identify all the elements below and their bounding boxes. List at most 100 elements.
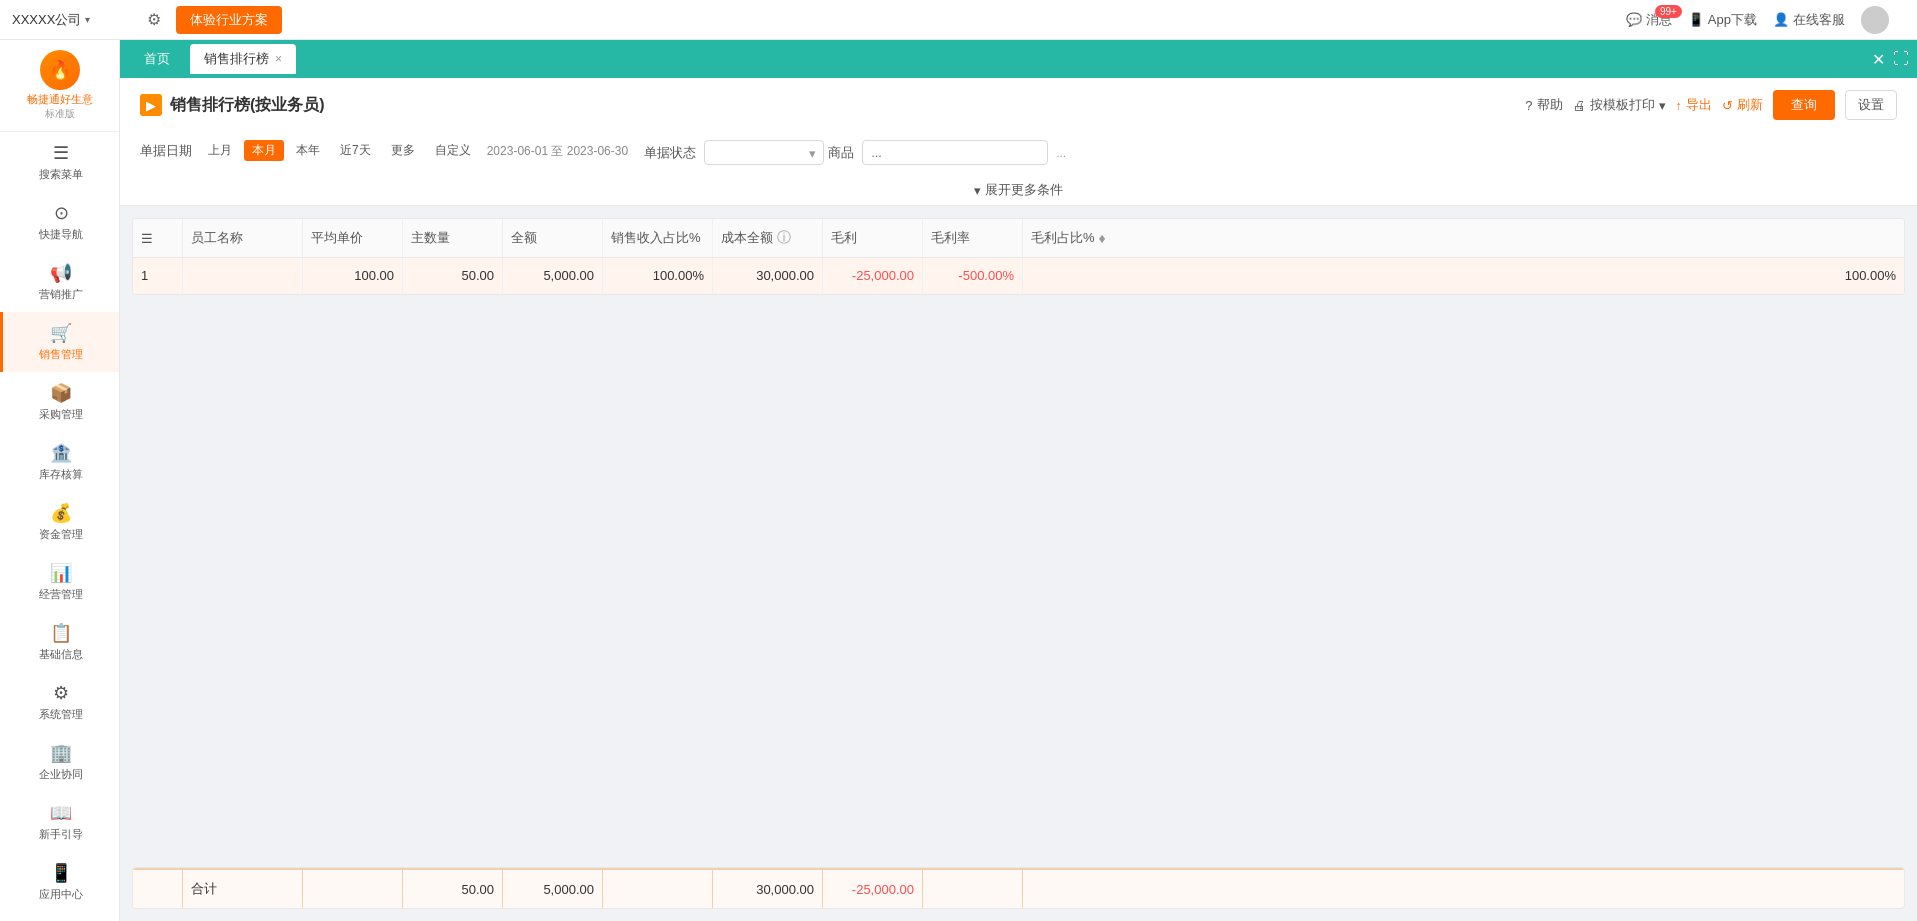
date-tab-this-month[interactable]: 本月 bbox=[244, 140, 284, 161]
footer-avg-price bbox=[303, 870, 403, 908]
date-tab-7-days[interactable]: 近7天 bbox=[332, 140, 379, 161]
status-select[interactable] bbox=[704, 140, 824, 165]
status-filter-group: 单据状态 bbox=[644, 140, 812, 165]
goods-more-icon[interactable]: ... bbox=[1056, 146, 1066, 160]
sidebar-item-system[interactable]: ⚙ 系统管理 bbox=[0, 672, 119, 732]
sidebar-item-basics[interactable]: 📋 基础信息 bbox=[0, 612, 119, 672]
print-button[interactable]: 🖨 按模板打印 ▾ bbox=[1573, 96, 1666, 114]
tab-home[interactable]: 首页 bbox=[128, 40, 186, 78]
help-button[interactable]: ? 帮助 bbox=[1525, 96, 1562, 114]
sidebar-label-purchase: 采购管理 bbox=[39, 407, 83, 422]
finance-icon: 💰 bbox=[50, 502, 72, 524]
sidebar-label-finance: 资金管理 bbox=[39, 527, 83, 542]
message-button[interactable]: 💬 消息 99+ bbox=[1626, 11, 1672, 29]
sidebar-item-wechat[interactable]: 💬 企业微信 bbox=[0, 912, 119, 921]
export-icon: ↑ bbox=[1676, 98, 1683, 113]
sidebar-label-enterprise: 企业协同 bbox=[39, 767, 83, 782]
gross-ratio-icon[interactable]: ♦ bbox=[1099, 230, 1106, 246]
filter-row: 单据日期 上月 本月 本年 近7天 更多 自定义 2023-06-01 至 20… bbox=[140, 130, 1897, 175]
sidebar-item-quick-nav[interactable]: ⊙ 快捷导航 bbox=[0, 192, 119, 252]
tab-label: 销售排行榜 bbox=[204, 50, 269, 68]
query-button[interactable]: 查询 bbox=[1773, 90, 1835, 120]
th-main-qty: 主数量 bbox=[403, 219, 503, 257]
sidebar-item-search-orders[interactable]: ☰ 搜索菜单 bbox=[0, 132, 119, 192]
home-icon: ⊙ bbox=[54, 202, 69, 224]
sidebar-item-inventory[interactable]: 🏦 库存核算 bbox=[0, 432, 119, 492]
status-select-wrapper bbox=[704, 140, 824, 165]
sidebar-item-finance[interactable]: 💰 资金管理 bbox=[0, 492, 119, 552]
td-rank: 1 bbox=[133, 258, 183, 293]
sidebar-label-inventory: 库存核算 bbox=[39, 467, 83, 482]
footer-main-qty: 50.00 bbox=[403, 870, 503, 908]
sidebar: 🔥 畅捷通好生意 标准版 ☰ 搜索菜单 ⊙ 快捷导航 📢 营销推广 🛒 销售管理… bbox=[0, 40, 120, 921]
chevron-down-icon: ▾ bbox=[85, 14, 90, 25]
date-tab-this-year[interactable]: 本年 bbox=[288, 140, 328, 161]
sidebar-item-operations[interactable]: 📊 经营管理 bbox=[0, 552, 119, 612]
sidebar-label-search: 搜索菜单 bbox=[39, 167, 83, 182]
td-main-qty: 50.00 bbox=[403, 258, 503, 293]
sidebar-label-basics: 基础信息 bbox=[39, 647, 83, 662]
refresh-icon: ↺ bbox=[1722, 98, 1733, 113]
trial-button[interactable]: 体验行业方案 bbox=[176, 6, 282, 34]
td-cost: 30,000.00 bbox=[713, 258, 823, 293]
th-cost: 成本全额 ⓘ bbox=[713, 219, 823, 257]
page-settings-button[interactable]: 设置 bbox=[1845, 90, 1897, 120]
th-gross-rate: 毛利率 bbox=[923, 219, 1023, 257]
company-name: XXXXX公司 bbox=[12, 11, 81, 29]
avatar[interactable] bbox=[1861, 6, 1889, 34]
close-window-icon[interactable]: ✕ bbox=[1872, 50, 1885, 69]
date-tab-custom[interactable]: 自定义 bbox=[427, 140, 479, 161]
system-icon: ⚙ bbox=[53, 682, 69, 704]
inventory-icon: 🏦 bbox=[50, 442, 72, 464]
filter-more-row: ▾ 展开更多条件 bbox=[140, 175, 1897, 205]
sidebar-label-operations: 经营管理 bbox=[39, 587, 83, 602]
expand-more-button[interactable]: ▾ 展开更多条件 bbox=[974, 181, 1063, 199]
tab-sales-ranking[interactable]: 销售排行榜 × bbox=[190, 44, 296, 74]
sidebar-item-appstore[interactable]: 📱 应用中心 bbox=[0, 852, 119, 912]
cost-info-icon[interactable]: ⓘ bbox=[777, 229, 791, 247]
date-filter-group: 单据日期 上月 本月 本年 近7天 更多 自定义 2023-06-01 至 20… bbox=[140, 140, 628, 161]
tab-bar-right: ✕ ⛶ bbox=[1872, 50, 1909, 69]
sidebar-label-appstore: 应用中心 bbox=[39, 887, 83, 902]
date-tabs: 上月 本月 本年 近7天 更多 自定义 bbox=[200, 140, 479, 161]
sidebar-logo: 🔥 畅捷通好生意 标准版 bbox=[0, 40, 119, 132]
date-tab-last-month[interactable]: 上月 bbox=[200, 140, 240, 161]
table-footer-container: 合计 50.00 5,000.00 30,000.00 -25,000.00 bbox=[132, 867, 1905, 909]
page-actions: ? 帮助 🖨 按模板打印 ▾ ↑ 导出 ↺ bbox=[1525, 90, 1897, 120]
table-row: 1 100.00 50.00 5,000.00 100.00% 30,000.0… bbox=[133, 258, 1904, 294]
footer-empty bbox=[133, 870, 183, 908]
app-download-label: App下载 bbox=[1708, 11, 1757, 29]
maximize-icon[interactable]: ⛶ bbox=[1893, 50, 1909, 69]
data-table: ☰ 员工名称 平均单价 主数量 全额 bbox=[132, 218, 1905, 295]
export-button[interactable]: ↑ 导出 bbox=[1676, 96, 1713, 114]
sidebar-label-marketing: 营销推广 bbox=[39, 287, 83, 302]
settings-icon[interactable]: ⚙ bbox=[140, 6, 168, 34]
drag-icon: ☰ bbox=[141, 231, 153, 246]
sidebar-item-guide[interactable]: 📖 新手引导 bbox=[0, 792, 119, 852]
table-area: ☰ 员工名称 平均单价 主数量 全额 bbox=[120, 206, 1917, 921]
back-button[interactable]: ▶ bbox=[140, 94, 162, 116]
td-amount: 5,000.00 bbox=[503, 258, 603, 293]
th-avg-price: 平均单价 bbox=[303, 219, 403, 257]
th-rank: ☰ bbox=[133, 219, 183, 257]
basics-icon: 📋 bbox=[50, 622, 72, 644]
sidebar-item-enterprise[interactable]: 🏢 企业协同 bbox=[0, 732, 119, 792]
print-dropdown-icon: ▾ bbox=[1659, 98, 1666, 113]
sidebar-item-sales[interactable]: 🛒 销售管理 bbox=[0, 312, 119, 372]
td-gross: -25,000.00 bbox=[823, 258, 923, 293]
goods-input[interactable] bbox=[862, 140, 1048, 165]
date-tab-more[interactable]: 更多 bbox=[383, 140, 423, 161]
app-download-button[interactable]: 📱 App下载 bbox=[1688, 11, 1757, 29]
th-gross: 毛利 bbox=[823, 219, 923, 257]
company-selector[interactable]: XXXXX公司 ▾ bbox=[12, 11, 132, 29]
online-service-button[interactable]: 👤 在线客服 bbox=[1773, 11, 1845, 29]
sidebar-item-purchase[interactable]: 📦 采购管理 bbox=[0, 372, 119, 432]
tab-bar: 首页 销售排行榜 × ✕ ⛶ bbox=[120, 40, 1917, 78]
marketing-icon: 📢 bbox=[50, 262, 72, 284]
message-badge: 99+ bbox=[1655, 5, 1682, 18]
sidebar-item-marketing[interactable]: 📢 营销推广 bbox=[0, 252, 119, 312]
tab-close-icon[interactable]: × bbox=[275, 52, 282, 66]
refresh-button[interactable]: ↺ 刷新 bbox=[1722, 96, 1763, 114]
td-gross-ratio: 100.00% bbox=[1023, 258, 1904, 293]
table-header-row: ☰ 员工名称 平均单价 主数量 全额 bbox=[133, 219, 1904, 258]
